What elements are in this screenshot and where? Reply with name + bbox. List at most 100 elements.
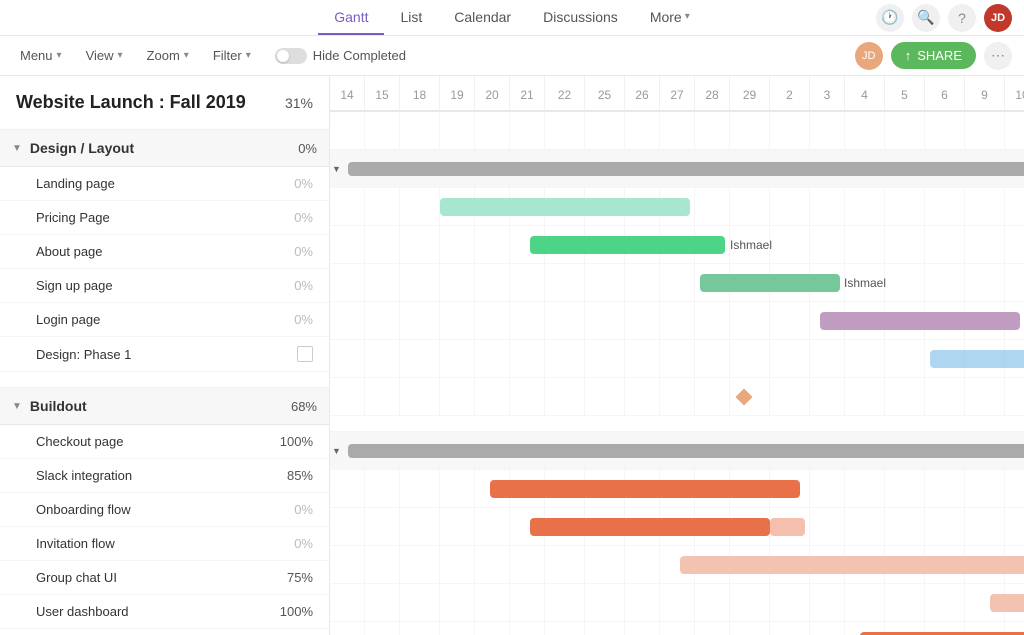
task-group-chat-ui[interactable]: Group chat UI 75% <box>0 561 329 595</box>
col-4: 4 <box>845 76 885 110</box>
col-18: 18 <box>400 76 440 110</box>
col-3: 3 <box>810 76 845 110</box>
col-20: 20 <box>475 76 510 110</box>
gantt-panel[interactable]: 14 15 18 19 20 21 22 25 26 27 28 29 2 3 … <box>330 76 1024 635</box>
gantt-row-slack-integration <box>330 508 1024 546</box>
gantt-row-landing-page <box>330 188 1024 226</box>
label-ishmael-2: Ishmael <box>844 276 886 290</box>
task-signup-page[interactable]: Sign up page 0% <box>0 269 329 303</box>
toggle-switch[interactable] <box>275 48 307 64</box>
task-name: Sign up page <box>36 278 113 293</box>
gantt-row-invitation-flow <box>330 584 1024 622</box>
bar-group-chat-ui <box>860 632 1024 635</box>
task-checkout-page[interactable]: Checkout page 100% <box>0 425 329 459</box>
view-label: View <box>86 48 114 63</box>
task-user-dashboard[interactable]: User dashboard 100% <box>0 595 329 629</box>
gantt-row-design-phase1 <box>330 378 1024 416</box>
milestone-checkbox[interactable] <box>297 346 313 362</box>
tab-discussions[interactable]: Discussions <box>527 1 634 35</box>
task-invitation-flow[interactable]: Invitation flow 0% <box>0 527 329 561</box>
col-19: 19 <box>440 76 475 110</box>
filter-button[interactable]: Filter ▾ <box>205 44 259 67</box>
collapse-arrow-icon: ▼ <box>332 164 341 174</box>
tab-calendar[interactable]: Calendar <box>438 1 527 35</box>
task-percent: 0% <box>294 244 313 259</box>
more-options-icon[interactable]: ⋯ <box>984 42 1012 70</box>
task-login-page[interactable]: Login page 0% <box>0 303 329 337</box>
bar-buildout-group <box>348 444 1024 458</box>
task-name: Slack integration <box>36 468 132 483</box>
col-21: 21 <box>510 76 545 110</box>
clock-icon[interactable]: 🕐 <box>876 4 904 32</box>
zoom-button[interactable]: Zoom ▾ <box>139 44 197 67</box>
menu-chevron-icon: ▾ <box>57 50 62 61</box>
group-percent: 0% <box>298 141 317 156</box>
hide-completed-toggle[interactable]: Hide Completed <box>275 48 406 64</box>
left-panel: Website Launch : Fall 2019 31% ▼ Design … <box>0 76 330 635</box>
col-22: 22 <box>545 76 585 110</box>
task-percent: 85% <box>287 468 313 483</box>
nav-tabs: Gantt List Calendar Discussions More ▾ <box>318 1 706 35</box>
task-landing-page[interactable]: Landing page 0% <box>0 167 329 201</box>
user-avatar-small[interactable]: JD <box>855 42 883 70</box>
group-left: ▼ Design / Layout <box>12 140 134 156</box>
chevron-down-icon: ▾ <box>685 11 690 22</box>
more-label: More <box>650 9 682 25</box>
task-percent: 0% <box>294 536 313 551</box>
task-percent: 0% <box>294 312 313 327</box>
task-percent: 75% <box>287 570 313 585</box>
top-nav: Gantt List Calendar Discussions More ▾ 🕐… <box>0 0 1024 36</box>
filter-label: Filter <box>213 48 242 63</box>
task-name: Onboarding flow <box>36 502 131 517</box>
user-avatar[interactable]: JD <box>984 4 1012 32</box>
toolbar: Menu ▾ View ▾ Zoom ▾ Filter ▾ Hide Compl… <box>0 36 1024 76</box>
view-chevron-icon: ▾ <box>118 50 123 61</box>
search-icon[interactable]: 🔍 <box>912 4 940 32</box>
project-title: Website Launch : Fall 2019 <box>16 92 246 113</box>
task-name: User dashboard <box>36 604 129 619</box>
col-25: 25 <box>585 76 625 110</box>
view-button[interactable]: View ▾ <box>78 44 131 67</box>
zoom-label: Zoom <box>147 48 180 63</box>
bar-about-page <box>700 274 840 292</box>
col-15: 15 <box>365 76 400 110</box>
task-design-phase1[interactable]: Design: Phase 1 <box>0 337 329 372</box>
help-icon[interactable]: ? <box>948 4 976 32</box>
filter-chevron-icon: ▾ <box>246 50 251 61</box>
collapse-arrow-buildout-icon: ▼ <box>332 446 341 456</box>
group-buildout[interactable]: ▼ Buildout 68% <box>0 388 329 425</box>
tab-gantt[interactable]: Gantt <box>318 1 384 35</box>
col-9: 9 <box>965 76 1005 110</box>
group-spacer <box>0 372 329 388</box>
bar-invitation-flow <box>990 594 1024 612</box>
gantt-row-buildout-group: ▼ <box>330 432 1024 470</box>
main-container: Website Launch : Fall 2019 31% ▼ Design … <box>0 76 1024 635</box>
gantt-row-design-group: ▼ <box>330 150 1024 188</box>
gantt-row-login-page <box>330 340 1024 378</box>
gantt-row-project <box>330 112 1024 150</box>
bar-checkout-page <box>490 480 800 498</box>
task-percent: 0% <box>294 210 313 225</box>
task-onboarding-flow[interactable]: Onboarding flow 0% <box>0 493 329 527</box>
task-name: Checkout page <box>36 434 123 449</box>
group-design-layout[interactable]: ▼ Design / Layout 0% <box>0 130 329 167</box>
project-header: Website Launch : Fall 2019 31% <box>0 76 329 130</box>
col-14: 14 <box>330 76 365 110</box>
col-2: 2 <box>770 76 810 110</box>
tab-list[interactable]: List <box>384 1 438 35</box>
share-button[interactable]: ↑ SHARE <box>891 42 976 69</box>
tab-more[interactable]: More ▾ <box>634 1 706 35</box>
bar-onboarding-flow <box>680 556 1024 574</box>
task-pricing-page[interactable]: Pricing Page 0% <box>0 201 329 235</box>
task-name: Pricing Page <box>36 210 110 225</box>
gantt-row-onboarding-flow <box>330 546 1024 584</box>
menu-button[interactable]: Menu ▾ <box>12 44 70 67</box>
gantt-spacer-row <box>330 416 1024 432</box>
group-left: ▼ Buildout <box>12 398 87 414</box>
task-about-page[interactable]: About page 0% <box>0 235 329 269</box>
bar-slack-remaining <box>770 518 805 536</box>
share-icon: ↑ <box>905 48 912 63</box>
task-slack-integration[interactable]: Slack integration 85% <box>0 459 329 493</box>
zoom-chevron-icon: ▾ <box>184 50 189 61</box>
task-percent: 100% <box>280 434 313 449</box>
